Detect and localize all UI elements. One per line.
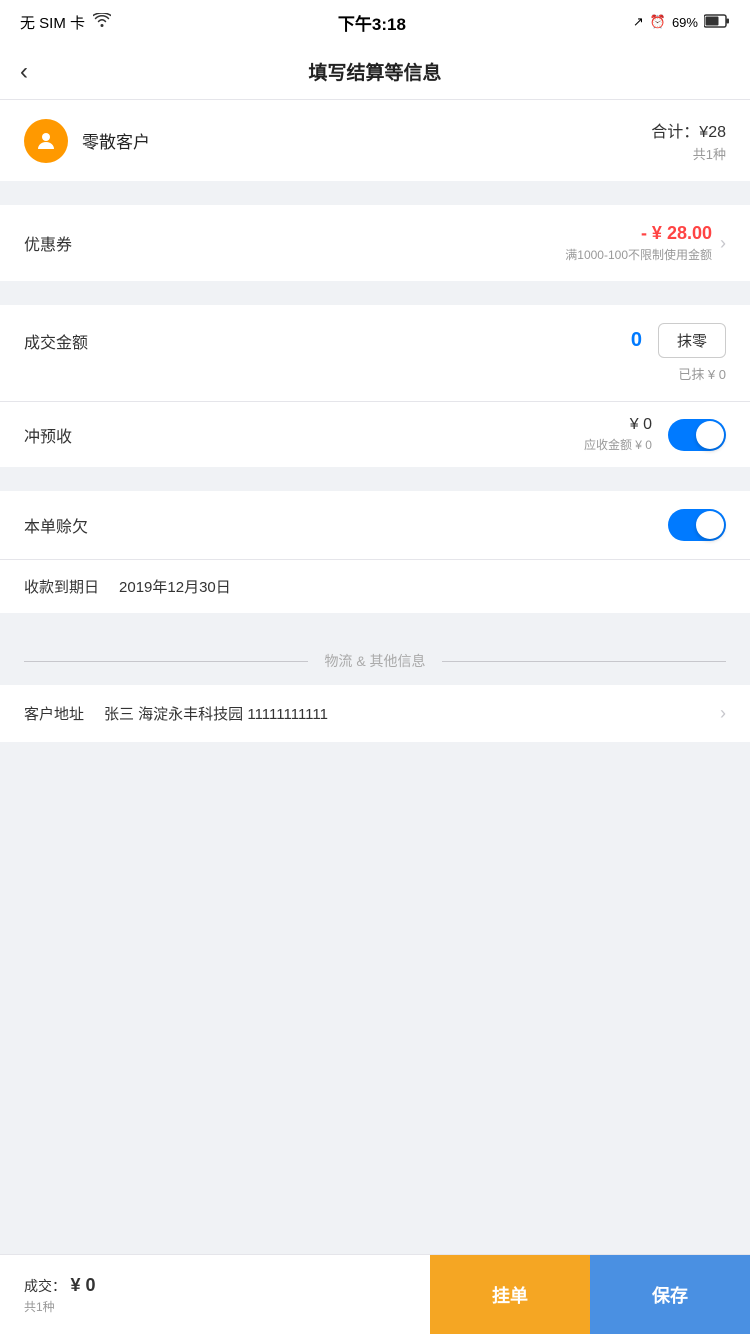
bottom-total-amount: ¥ 0	[70, 1275, 95, 1295]
sep4	[0, 625, 750, 637]
coupon-values: - ¥ 28.00 满1000-100不限制使用金额	[565, 223, 712, 263]
page-title: 填写结算等信息	[308, 58, 441, 85]
customer-count: 共1种	[651, 144, 726, 163]
coupon-row[interactable]: 优惠券 - ¥ 28.00 满1000-100不限制使用金额 ›	[0, 205, 750, 281]
advance-amounts: ¥ 0 应收金额 ¥ 0	[584, 416, 652, 453]
avatar	[24, 119, 68, 163]
customer-section: 零散客户 合计：¥28 共1种	[0, 100, 750, 181]
sep1	[0, 193, 750, 205]
hold-button[interactable]: 挂单	[430, 1255, 590, 1334]
transaction-value[interactable]: 0	[631, 329, 642, 352]
content: 零散客户 合计：¥28 共1种 优惠券 - ¥ 28.00 满1000-100不…	[0, 100, 750, 854]
amount-input-wrap: 0 抹零	[631, 323, 726, 358]
logistics-line-right	[442, 661, 726, 662]
battery-text: 69%	[672, 15, 698, 30]
bottom-count: 共1种	[24, 1298, 406, 1315]
sep2	[0, 293, 750, 305]
coupon-desc: 满1000-100不限制使用金额	[565, 246, 712, 263]
amount-row: 成交金额 0 抹零	[24, 323, 726, 358]
status-left: 无 SIM 卡	[20, 12, 111, 33]
debt-row: 本单赊欠	[0, 491, 750, 559]
logistics-line-left	[24, 661, 308, 662]
coupon-label: 优惠券	[24, 231, 72, 255]
coupon-discount: - ¥ 28.00	[565, 223, 712, 244]
no-sim-text: 无 SIM 卡	[20, 12, 85, 33]
bottom-total-row: 成交： ¥ 0	[24, 1275, 406, 1296]
address-value: 张三 海淀永丰科技园 11111111111	[104, 703, 720, 724]
debt-label: 本单赊欠	[24, 513, 88, 537]
transaction-section: 成交金额 0 抹零 已抹 ¥ 0 冲预收 ¥ 0 应收金额 ¥ 0	[0, 305, 750, 467]
alarm-icon: ⏰	[650, 14, 666, 30]
already-erased: 已抹 ¥ 0	[24, 364, 726, 393]
battery-icon	[704, 14, 730, 31]
address-section[interactable]: 客户地址 张三 海淀永丰科技园 11111111111 ›	[0, 685, 750, 742]
transaction-label: 成交金额	[24, 329, 88, 353]
nav-bar: ‹ 填写结算等信息	[0, 44, 750, 100]
toggle-thumb-debt	[696, 511, 724, 539]
amount-section: 成交金额 0 抹零 已抹 ¥ 0	[0, 305, 750, 401]
duedate-value: 2019年12月30日	[119, 576, 231, 597]
advance-right: ¥ 0 应收金额 ¥ 0	[584, 416, 726, 453]
bottom-bar: 成交： ¥ 0 共1种 挂单 保存	[0, 1254, 750, 1334]
wifi-icon	[93, 13, 111, 31]
sep3	[0, 479, 750, 491]
bottom-total-label: 成交：	[24, 1278, 66, 1294]
back-button[interactable]: ‹	[20, 58, 28, 86]
coupon-right: - ¥ 28.00 满1000-100不限制使用金额 ›	[565, 223, 726, 263]
advance-toggle[interactable]	[668, 419, 726, 451]
status-bar: 无 SIM 卡 下午3:18 ↗ ⏰ 69%	[0, 0, 750, 44]
logistics-header: 物流 & 其他信息	[0, 637, 750, 685]
duedate-row: 收款到期日 2019年12月30日	[0, 559, 750, 613]
address-chevron-icon: ›	[720, 703, 726, 724]
advance-label: 冲预收	[24, 423, 72, 447]
address-row[interactable]: 客户地址 张三 海淀永丰科技园 11111111111 ›	[0, 685, 750, 742]
duedate-label: 收款到期日	[24, 576, 99, 597]
advance-main: ¥ 0	[584, 416, 652, 434]
toggle-thumb	[696, 421, 724, 449]
customer-total: 合计：¥28	[651, 118, 726, 142]
debt-section: 本单赊欠 收款到期日 2019年12月30日	[0, 491, 750, 613]
logistics-text: 物流 & 其他信息	[324, 651, 425, 671]
save-button[interactable]: 保存	[590, 1255, 750, 1334]
customer-name: 零散客户	[82, 128, 150, 153]
location-icon: ↗	[633, 14, 644, 30]
round-off-button[interactable]: 抹零	[658, 323, 726, 358]
address-label: 客户地址	[24, 703, 84, 724]
bottom-summary: 成交： ¥ 0 共1种	[0, 1275, 430, 1315]
status-right: ↗ ⏰ 69%	[633, 14, 730, 31]
chevron-icon: ›	[720, 233, 726, 254]
advance-row: 冲预收 ¥ 0 应收金额 ¥ 0	[0, 401, 750, 467]
customer-left: 零散客户	[24, 119, 150, 163]
customer-right: 合计：¥28 共1种	[651, 118, 726, 163]
coupon-section[interactable]: 优惠券 - ¥ 28.00 满1000-100不限制使用金额 ›	[0, 205, 750, 281]
debt-toggle[interactable]	[668, 509, 726, 541]
status-time: 下午3:18	[338, 10, 406, 35]
advance-sub: 应收金额 ¥ 0	[584, 436, 652, 453]
customer-row: 零散客户 合计：¥28 共1种	[0, 100, 750, 181]
